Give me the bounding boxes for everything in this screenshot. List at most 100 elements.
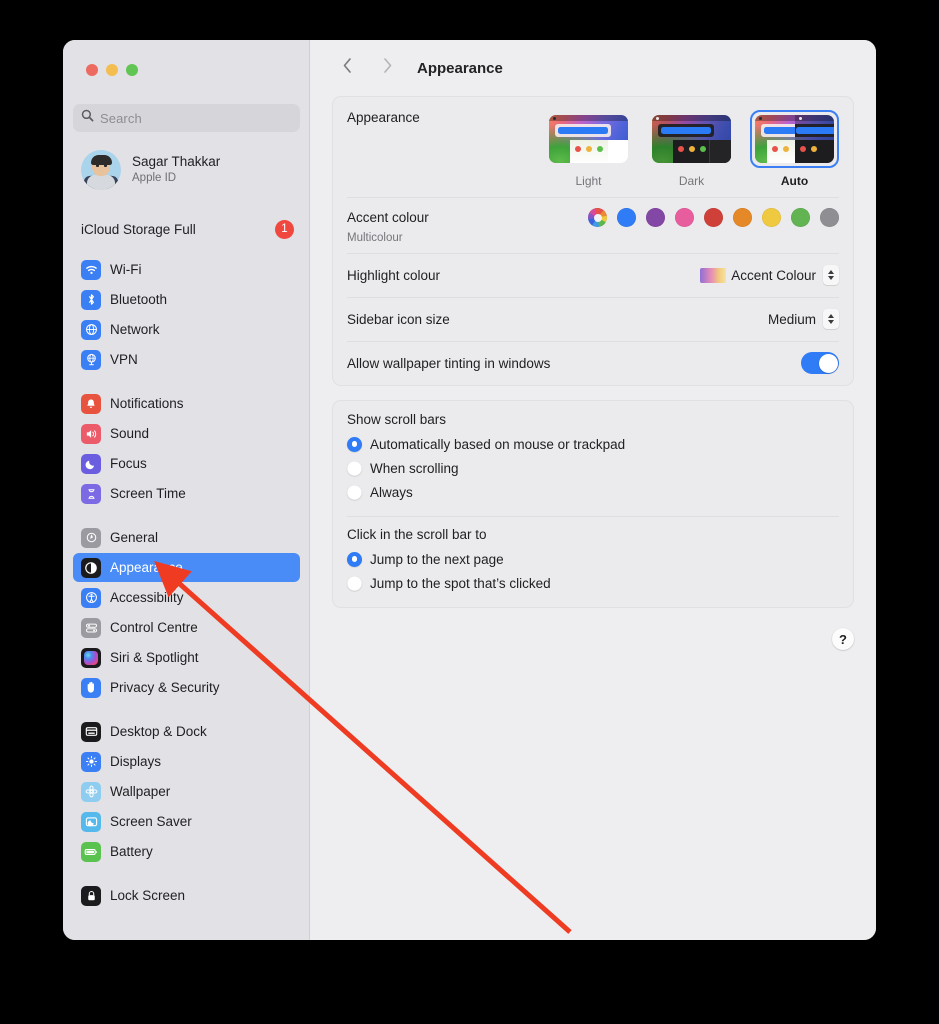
- sidebar-icon-size-select[interactable]: Medium: [768, 309, 839, 329]
- back-button[interactable]: [332, 53, 362, 83]
- sidebar-item-bluetooth[interactable]: Bluetooth: [73, 285, 300, 314]
- apple-id-account-row[interactable]: Sagar Thakkar Apple ID: [75, 145, 300, 195]
- radio-scrollbars-when-scrolling[interactable]: When scrolling: [347, 456, 839, 480]
- vpn-icon: [81, 349, 101, 370]
- sidebar-item-wi-fi[interactable]: Wi-Fi: [73, 255, 300, 284]
- appearance-option-light[interactable]: Light: [544, 110, 633, 188]
- radio-icon: [347, 460, 362, 476]
- wifi-icon: [81, 259, 101, 280]
- highlight-colour-select[interactable]: Accent Colour: [700, 265, 839, 285]
- accent-swatch-graphite[interactable]: [820, 208, 839, 227]
- appearance-options: Light Dark Auto: [544, 110, 839, 188]
- accent-swatch-green[interactable]: [791, 208, 810, 227]
- sidebar-item-label: Wallpaper: [110, 784, 171, 799]
- sidebar-item-network[interactable]: Network: [73, 315, 300, 344]
- sidebar-item-battery[interactable]: Battery: [73, 837, 300, 866]
- sidebar-item-sound[interactable]: Sound: [73, 419, 300, 448]
- sidebar-icon-size-value: Medium: [767, 311, 816, 327]
- sidebar-item-privacy-security[interactable]: Privacy & Security: [73, 673, 300, 702]
- appearance-option-dark[interactable]: Dark: [647, 110, 736, 188]
- sidebar-item-screen-time[interactable]: Screen Time: [73, 479, 300, 508]
- window-traffic-lights: [86, 64, 138, 76]
- sidebar-item-label: Screen Saver: [110, 814, 192, 829]
- wallpaper-tinting-toggle[interactable]: [801, 352, 839, 374]
- displays-brightness-icon: [81, 751, 101, 772]
- sidebar-item-label: Notifications: [110, 396, 184, 411]
- chevron-updown-icon: [823, 265, 839, 285]
- account-name: Sagar Thakkar: [132, 154, 221, 170]
- icloud-storage-row[interactable]: iCloud Storage Full 1: [75, 216, 300, 242]
- accent-swatch-purple[interactable]: [646, 208, 665, 227]
- minimise-button[interactable]: [106, 64, 118, 76]
- appearance-card: Appearance Light Dark Auto Accent colour…: [332, 96, 854, 386]
- sidebar-item-focus[interactable]: Focus: [73, 449, 300, 478]
- sidebar-item-desktop-dock[interactable]: Desktop & Dock: [73, 717, 300, 746]
- accent-swatch-multicolour[interactable]: [588, 208, 607, 227]
- status-badge: 1: [275, 219, 294, 239]
- light-thumbnail: [549, 115, 628, 163]
- help-button[interactable]: ?: [832, 628, 854, 650]
- search-icon: [81, 109, 94, 127]
- scroll-bar-click-title: Click in the scroll bar to: [347, 527, 487, 542]
- focus-moon-icon: [81, 453, 101, 474]
- accent-swatch-yellow[interactable]: [762, 208, 781, 227]
- search-placeholder-text: Search: [100, 110, 142, 126]
- appearance-option-label: Light: [575, 174, 602, 188]
- sidebar: Search Sagar Thakkar Apple ID iCloud Sto…: [63, 40, 310, 940]
- show-scroll-bars-group: Show scroll bars Automatically based on …: [333, 401, 853, 516]
- sidebar-item-notifications[interactable]: Notifications: [73, 389, 300, 418]
- scroll-bars-card: Show scroll bars Automatically based on …: [332, 400, 854, 608]
- sidebar-item-label: Sound: [110, 426, 150, 441]
- sidebar-icon-size-row: Sidebar icon size Medium: [333, 297, 853, 341]
- forward-button[interactable]: [372, 53, 402, 83]
- accent-swatch-blue[interactable]: [617, 208, 636, 227]
- sidebar-item-general[interactable]: General: [73, 523, 300, 552]
- highlight-colour-row: Highlight colour Accent Colour: [333, 253, 853, 297]
- page-title: Appearance: [417, 59, 503, 77]
- radio-label: When scrolling: [370, 460, 459, 476]
- radio-scrollbars-automatic[interactable]: Automatically based on mouse or trackpad: [347, 432, 839, 456]
- privacy-hand-icon: [81, 677, 101, 698]
- search-input[interactable]: Search: [73, 104, 300, 132]
- sidebar-item-control-centre[interactable]: Control Centre: [73, 613, 300, 642]
- appearance-option-label: Dark: [678, 174, 705, 188]
- radio-label: Always: [370, 484, 413, 500]
- wallpaper-tinting-label: Allow wallpaper tinting in windows: [347, 355, 551, 371]
- chevron-left-icon: [342, 57, 353, 79]
- sidebar-item-lock-screen[interactable]: Lock Screen: [73, 881, 300, 910]
- radio-icon: [347, 575, 362, 591]
- show-scroll-bars-title: Show scroll bars: [347, 412, 447, 427]
- sidebar-item-appearance[interactable]: Appearance: [73, 553, 300, 582]
- screenshot-root: Search Sagar Thakkar Apple ID iCloud Sto…: [0, 0, 939, 1024]
- close-button[interactable]: [86, 64, 98, 76]
- sidebar-item-label: Siri & Spotlight: [110, 650, 199, 665]
- accent-colour-label: Accent colour: [347, 210, 429, 225]
- avatar: [81, 150, 121, 190]
- sidebar-icon-size-label: Sidebar icon size: [347, 311, 450, 327]
- accent-swatch-red[interactable]: [704, 208, 723, 227]
- general-gear-icon: [81, 527, 101, 548]
- accent-swatch-pink[interactable]: [675, 208, 694, 227]
- chevron-right-icon: [382, 57, 393, 79]
- siri-orb-icon: [81, 647, 101, 668]
- radio-label: Jump to the next page: [370, 551, 504, 567]
- sidebar-item-accessibility[interactable]: Accessibility: [73, 583, 300, 612]
- accent-swatch-orange[interactable]: [733, 208, 752, 227]
- sidebar-item-displays[interactable]: Displays: [73, 747, 300, 776]
- radio-click-spot-clicked[interactable]: Jump to the spot that’s clicked: [347, 571, 839, 595]
- radio-click-next-page[interactable]: Jump to the next page: [347, 547, 839, 571]
- sidebar-item-siri-spotlight[interactable]: Siri & Spotlight: [73, 643, 300, 672]
- screen-saver-icon: [81, 811, 101, 832]
- network-globe-icon: [81, 319, 101, 340]
- radio-scrollbars-always[interactable]: Always: [347, 480, 839, 504]
- appearance-option-auto[interactable]: Auto: [750, 110, 839, 188]
- scroll-bar-click-group: Click in the scroll bar to Jump to the n…: [333, 516, 853, 607]
- sidebar-item-wallpaper[interactable]: Wallpaper: [73, 777, 300, 806]
- sidebar-item-label: General: [110, 530, 159, 545]
- zoom-button[interactable]: [126, 64, 138, 76]
- sidebar-item-vpn[interactable]: VPN: [73, 345, 300, 374]
- account-subtitle: Apple ID: [132, 172, 177, 185]
- sidebar-item-label: Wi-Fi: [110, 262, 142, 277]
- screen-time-hourglass-icon: [81, 483, 101, 504]
- sidebar-item-screen-saver[interactable]: Screen Saver: [73, 807, 300, 836]
